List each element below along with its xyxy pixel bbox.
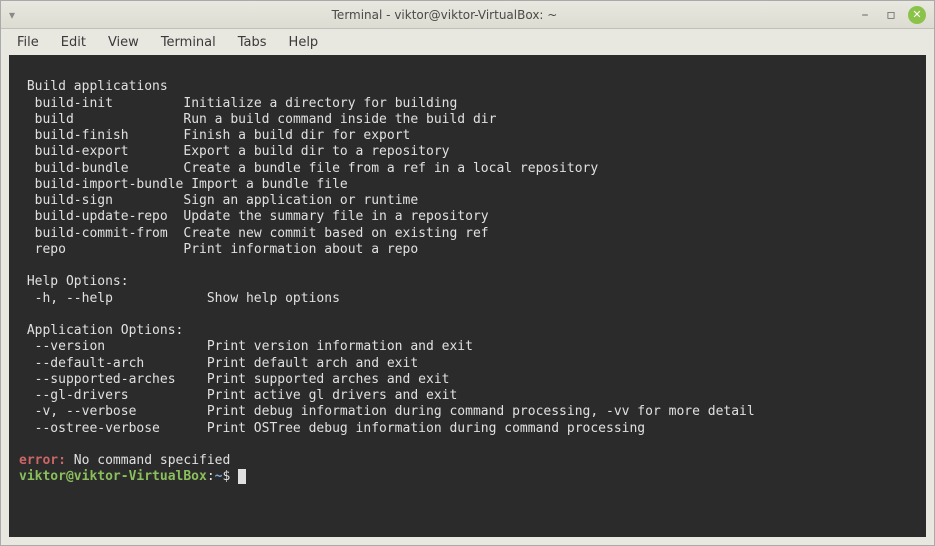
- terminal-line: build-commit-from Create new commit base…: [19, 226, 916, 242]
- menu-edit[interactable]: Edit: [51, 32, 96, 53]
- menubar: File Edit View Terminal Tabs Help: [1, 29, 934, 55]
- window-title: Terminal - viktor@viktor-VirtualBox: ~: [33, 8, 856, 22]
- prompt-user: viktor@viktor-VirtualBox: [19, 469, 207, 484]
- terminal-line: --version Print version information and …: [19, 339, 916, 355]
- terminal-line: -h, --help Show help options: [19, 291, 916, 307]
- menu-terminal[interactable]: Terminal: [151, 32, 226, 53]
- minimize-button[interactable]: –: [856, 6, 874, 24]
- close-button[interactable]: ✕: [908, 6, 926, 24]
- menu-help[interactable]: Help: [279, 32, 329, 53]
- terminal-line: build-import-bundle Import a bundle file: [19, 177, 916, 193]
- terminal-line: [19, 63, 916, 79]
- terminal-line: build-finish Finish a build dir for expo…: [19, 128, 916, 144]
- error-label: error:: [19, 453, 66, 468]
- menu-file[interactable]: File: [7, 32, 49, 53]
- terminal-line: repo Print information about a repo: [19, 242, 916, 258]
- terminal-line: build-export Export a build dir to a rep…: [19, 144, 916, 160]
- section-header: Application Options:: [19, 323, 916, 339]
- terminal-line: build-init Initialize a directory for bu…: [19, 96, 916, 112]
- terminal-line: [19, 258, 916, 274]
- terminal-line: --ostree-verbose Print OSTree debug info…: [19, 421, 916, 437]
- menu-view[interactable]: View: [98, 32, 149, 53]
- prompt-line: viktor@viktor-VirtualBox:~$: [19, 469, 916, 485]
- terminal-window: ▾ Terminal - viktor@viktor-VirtualBox: ~…: [0, 0, 935, 546]
- terminal-line: build Run a build command inside the bui…: [19, 112, 916, 128]
- window-menu-icon[interactable]: ▾: [9, 8, 15, 22]
- terminal-line: build-update-repo Update the summary fil…: [19, 209, 916, 225]
- titlebar[interactable]: ▾ Terminal - viktor@viktor-VirtualBox: ~…: [1, 1, 934, 29]
- terminal-line: --default-arch Print default arch and ex…: [19, 356, 916, 372]
- terminal-line: build-bundle Create a bundle file from a…: [19, 161, 916, 177]
- maximize-button[interactable]: ▫: [882, 6, 900, 24]
- prompt-colon: :: [207, 469, 215, 484]
- section-header: Help Options:: [19, 274, 916, 290]
- terminal-line: --gl-drivers Print active gl drivers and…: [19, 388, 916, 404]
- terminal-body[interactable]: Build applications build-init Initialize…: [9, 55, 926, 537]
- prompt-dollar: $: [223, 469, 239, 484]
- error-message: No command specified: [66, 453, 230, 468]
- section-header: Build applications: [19, 79, 916, 95]
- menu-tabs[interactable]: Tabs: [228, 32, 277, 53]
- cursor-icon: [238, 469, 246, 484]
- error-line: error: No command specified: [19, 453, 916, 469]
- terminal-line: [19, 437, 916, 453]
- terminal-line: --supported-arches Print supported arche…: [19, 372, 916, 388]
- prompt-path: ~: [215, 469, 223, 484]
- terminal-line: [19, 307, 916, 323]
- terminal-line: build-sign Sign an application or runtim…: [19, 193, 916, 209]
- terminal-line: -v, --verbose Print debug information du…: [19, 404, 916, 420]
- window-controls: – ▫ ✕: [856, 6, 926, 24]
